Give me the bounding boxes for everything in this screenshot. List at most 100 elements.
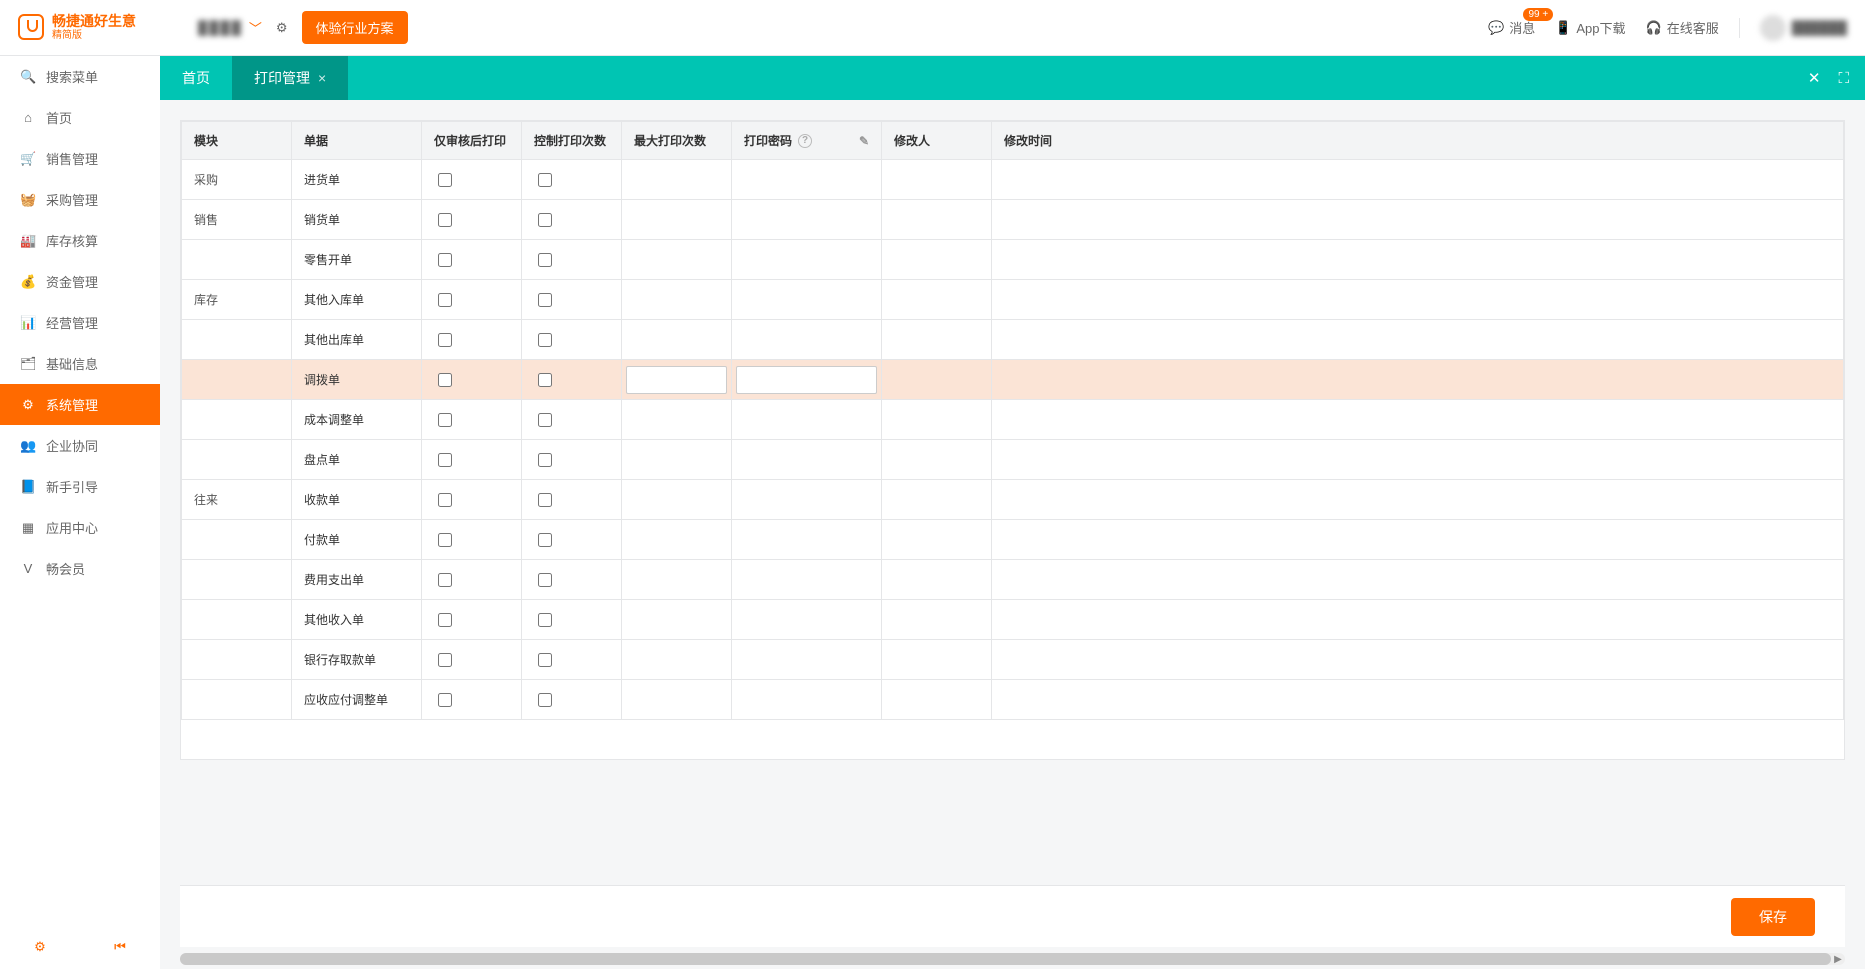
org-selector[interactable]: ████ ﹀ [198, 18, 262, 37]
cell-max [622, 640, 732, 680]
sidebar-item-7[interactable]: 🗂基础信息 [0, 343, 160, 384]
checkbox-control[interactable] [538, 373, 552, 387]
input-print-password[interactable] [736, 366, 877, 394]
table-row[interactable]: 银行存取款单 [182, 640, 1844, 680]
footer-bar: 保存 [180, 885, 1845, 947]
sidebar-item-10[interactable]: 📘新手引导 [0, 466, 160, 507]
table-row[interactable]: 成本调整单 [182, 400, 1844, 440]
checkbox-audited[interactable] [438, 413, 452, 427]
sidebar-item-11[interactable]: ▦应用中心 [0, 507, 160, 548]
scrollbar-arrow-right-icon[interactable]: ▶ [1833, 953, 1843, 965]
cell-control [522, 240, 622, 280]
edit-icon[interactable]: ✎ [859, 134, 869, 148]
checkbox-audited[interactable] [438, 573, 452, 587]
sidebar-item-12[interactable]: V畅会员 [0, 548, 160, 589]
checkbox-audited[interactable] [438, 293, 452, 307]
horizontal-scrollbar[interactable]: ▶ [180, 953, 1845, 965]
th-modtime: 修改时间 [992, 122, 1844, 160]
sidebar-item-6[interactable]: 📊经营管理 [0, 302, 160, 343]
th-max: 最大打印次数 [622, 122, 732, 160]
checkbox-control[interactable] [538, 493, 552, 507]
checkbox-audited[interactable] [438, 213, 452, 227]
cell-modtime [992, 600, 1844, 640]
checkbox-control[interactable] [538, 293, 552, 307]
sidebar-item-0[interactable]: 🔍搜索菜单 [0, 56, 160, 97]
sidebar-item-4[interactable]: 🏭库存核算 [0, 220, 160, 261]
checkbox-control[interactable] [538, 453, 552, 467]
sidebar-settings-icon[interactable]: ⚙ [34, 939, 46, 955]
cell-pwd [732, 240, 882, 280]
table-row[interactable]: 零售开单 [182, 240, 1844, 280]
table-row[interactable]: 往来收款单 [182, 480, 1844, 520]
checkbox-control[interactable] [538, 213, 552, 227]
table-row[interactable]: 其他出库单 [182, 320, 1844, 360]
sidebar-item-2[interactable]: 🛒销售管理 [0, 138, 160, 179]
cell-pwd [732, 520, 882, 560]
online-service-button[interactable]: 🎧 在线客服 [1646, 18, 1719, 37]
table-row[interactable]: 付款单 [182, 520, 1844, 560]
checkbox-control[interactable] [538, 573, 552, 587]
checkbox-control[interactable] [538, 173, 552, 187]
cell-audited [422, 640, 522, 680]
checkbox-audited[interactable] [438, 693, 452, 707]
checkbox-audited[interactable] [438, 533, 452, 547]
checkbox-control[interactable] [538, 693, 552, 707]
sidebar-item-3[interactable]: 🧺采购管理 [0, 179, 160, 220]
scrollbar-thumb[interactable] [180, 953, 1831, 965]
tabs-close-all-icon[interactable]: ✕ [1808, 69, 1821, 87]
messages-button[interactable]: 💬 消息 99 + [1488, 18, 1535, 37]
sidebar-item-label: 首页 [46, 108, 72, 127]
sidebar-item-icon: ⌂ [20, 110, 36, 125]
brand-name: 畅捷通好生意 [52, 14, 136, 29]
table-row[interactable]: 费用支出单 [182, 560, 1844, 600]
help-icon[interactable]: ? [798, 134, 812, 148]
gear-icon[interactable]: ⚙ [276, 20, 288, 36]
brand[interactable]: 畅捷通好生意 精简版 [18, 14, 178, 40]
cell-doc: 盘点单 [292, 440, 422, 480]
checkbox-audited[interactable] [438, 253, 452, 267]
input-max-print[interactable] [626, 366, 727, 394]
table-row[interactable]: 调拨单 [182, 360, 1844, 400]
industry-plan-button[interactable]: 体验行业方案 [302, 11, 408, 44]
table-row[interactable]: 应收应付调整单 [182, 680, 1844, 720]
th-modby: 修改人 [882, 122, 992, 160]
table-row[interactable]: 其他收入单 [182, 600, 1844, 640]
fullscreen-icon[interactable]: ⛶ [1838, 70, 1849, 87]
checkbox-control[interactable] [538, 533, 552, 547]
tab-print[interactable]: 打印管理 × [232, 56, 348, 100]
tab-home[interactable]: 首页 [160, 56, 232, 100]
checkbox-control[interactable] [538, 413, 552, 427]
checkbox-audited[interactable] [438, 493, 452, 507]
sidebar-item-label: 采购管理 [46, 190, 98, 209]
cell-doc: 其他入库单 [292, 280, 422, 320]
checkbox-control[interactable] [538, 613, 552, 627]
sidebar: 🔍搜索菜单 ⌂ 首页 🛒销售管理🧺采购管理🏭库存核算💰资金管理📊经营管理🗂基础信息⚙系… [0, 56, 160, 969]
checkbox-audited[interactable] [438, 333, 452, 347]
checkbox-audited[interactable] [438, 613, 452, 627]
cell-max [622, 200, 732, 240]
print-settings-card: 模块 单据 仅审核后打印 控制打印次数 最大打印次数 打印密码 ? ✎ [180, 120, 1845, 760]
cell-doc: 其他出库单 [292, 320, 422, 360]
table-row[interactable]: 销售销货单 [182, 200, 1844, 240]
sidebar-collapse-icon[interactable]: ⏮ [114, 939, 126, 955]
table-row[interactable]: 盘点单 [182, 440, 1844, 480]
sidebar-item-9[interactable]: 👥企业协同 [0, 425, 160, 466]
app-download-button[interactable]: 📱 App下载 [1555, 18, 1625, 37]
checkbox-audited[interactable] [438, 653, 452, 667]
checkbox-control[interactable] [538, 253, 552, 267]
sidebar-item-1[interactable]: ⌂ 首页 [0, 97, 160, 138]
checkbox-audited[interactable] [438, 373, 452, 387]
cell-max [622, 560, 732, 600]
sidebar-item-5[interactable]: 💰资金管理 [0, 261, 160, 302]
checkbox-audited[interactable] [438, 453, 452, 467]
save-button[interactable]: 保存 [1731, 898, 1815, 936]
checkbox-control[interactable] [538, 653, 552, 667]
checkbox-control[interactable] [538, 333, 552, 347]
th-module: 模块 [182, 122, 292, 160]
checkbox-audited[interactable] [438, 173, 452, 187]
user-menu[interactable]: ██████ [1760, 15, 1847, 41]
table-row[interactable]: 库存其他入库单 [182, 280, 1844, 320]
table-row[interactable]: 采购进货单 [182, 160, 1844, 200]
close-icon[interactable]: × [318, 70, 326, 86]
sidebar-item-8[interactable]: ⚙系统管理 [0, 384, 160, 425]
